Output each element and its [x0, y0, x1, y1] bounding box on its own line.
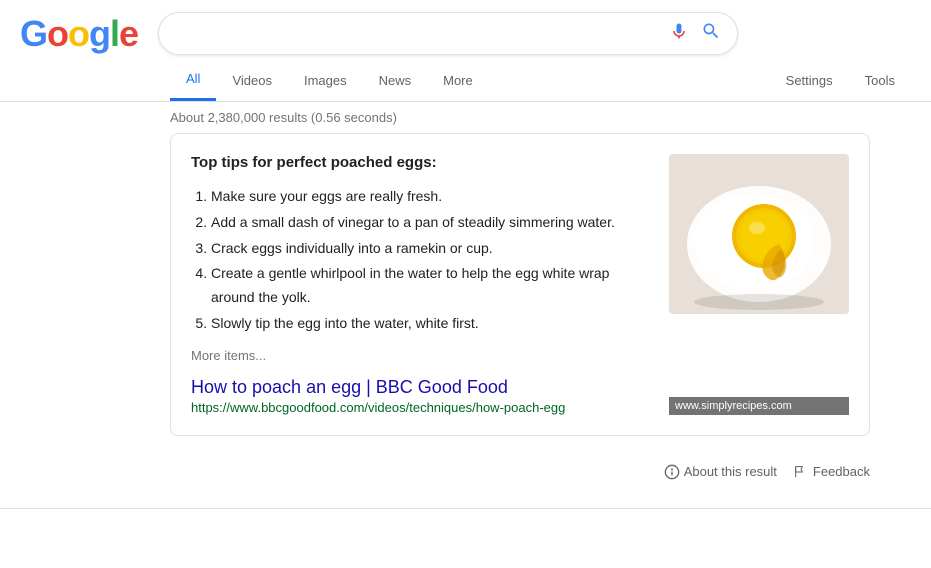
info-icon — [664, 464, 680, 480]
search-icons — [669, 21, 721, 46]
nav-bar: All Videos Images News More Settings Too… — [0, 59, 931, 102]
card-inner: Top tips for perfect poached eggs: Make … — [191, 154, 849, 415]
result-url: https://www.bbcgoodfood.com/videos/techn… — [191, 400, 649, 415]
google-logo[interactable]: Google — [20, 13, 138, 55]
bottom-divider — [0, 508, 931, 509]
flag-icon — [793, 464, 809, 480]
card-image — [669, 154, 849, 314]
list-item: Make sure your eggs are really fresh. — [211, 185, 649, 209]
more-items-link[interactable]: More items... — [191, 348, 649, 363]
microphone-icon[interactable] — [669, 21, 689, 46]
about-result-button[interactable]: About this result — [664, 464, 777, 480]
feedback-button[interactable]: Feedback — [793, 464, 870, 480]
card-list: Make sure your eggs are really fresh. Ad… — [191, 185, 649, 336]
nav-item-settings[interactable]: Settings — [770, 61, 849, 100]
featured-snippet-card: Top tips for perfect poached eggs: Make … — [170, 133, 870, 436]
search-bar[interactable]: how to make poached eggs — [158, 12, 738, 55]
nav-item-tools[interactable]: Tools — [849, 61, 911, 100]
nav-right: Settings Tools — [770, 61, 911, 100]
card-text: Top tips for perfect poached eggs: Make … — [191, 154, 649, 415]
image-caption: www.simplyrecipes.com — [669, 397, 849, 415]
results-info: About 2,380,000 results (0.56 seconds) — [0, 102, 931, 133]
nav-item-all[interactable]: All — [170, 59, 216, 101]
card-title: Top tips for perfect poached eggs: — [191, 154, 649, 171]
header: Google how to make poached eggs — [0, 0, 931, 55]
result-footer: About this result Feedback — [170, 456, 870, 488]
list-item: Crack eggs individually into a ramekin o… — [211, 237, 649, 261]
list-item: Slowly tip the egg into the water, white… — [211, 312, 649, 336]
list-item: Add a small dash of vinegar to a pan of … — [211, 211, 649, 235]
card-image-wrapper: www.simplyrecipes.com — [669, 154, 849, 415]
nav-item-more[interactable]: More — [427, 61, 489, 100]
nav-item-videos[interactable]: Videos — [216, 61, 288, 100]
nav-item-news[interactable]: News — [363, 61, 428, 100]
search-icon[interactable] — [701, 21, 721, 46]
result-title-link[interactable]: How to poach an egg | BBC Good Food — [191, 377, 649, 398]
search-input[interactable]: how to make poached eggs — [175, 25, 661, 43]
list-item: Create a gentle whirlpool in the water t… — [211, 262, 649, 310]
nav-links: All Videos Images News More — [170, 59, 489, 101]
nav-item-images[interactable]: Images — [288, 61, 363, 100]
main-content: Top tips for perfect poached eggs: Make … — [0, 133, 931, 488]
